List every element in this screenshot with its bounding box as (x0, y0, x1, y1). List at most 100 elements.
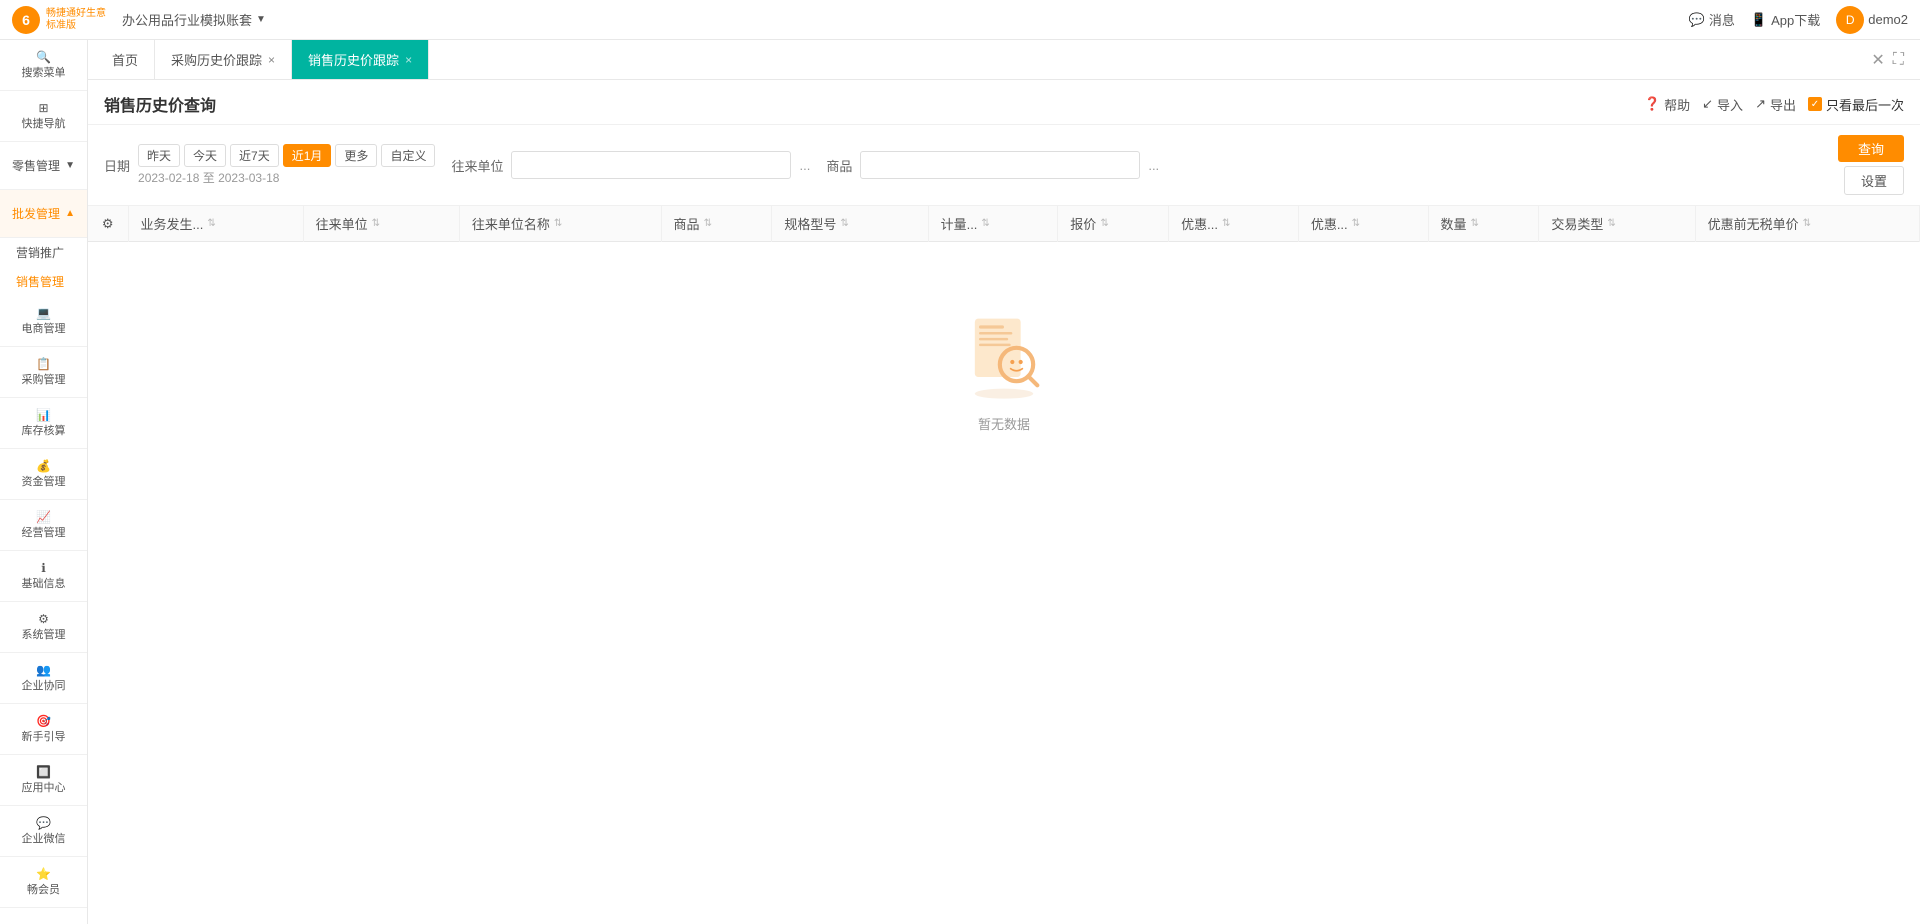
sidebar-label-retail: 零售管理 (12, 157, 60, 174)
th-unit[interactable]: 往来单位⇅ (303, 206, 459, 242)
sort-icon-2: ⇅ (372, 218, 380, 229)
th-discount2-label: 优惠... (1311, 214, 1348, 233)
sidebar-item-finance[interactable]: 💰 资金管理 (0, 449, 87, 500)
sidebar-item-ecom[interactable]: 💻 电商管理 (0, 296, 87, 347)
sidebar-item-wechat[interactable]: 💬 企业微信 (0, 806, 87, 857)
unit-input[interactable] (511, 151, 791, 179)
th-discount2[interactable]: 优惠... ⇅ (1298, 206, 1428, 242)
date-btn-1month[interactable]: 近1月 (283, 144, 332, 167)
close-tab-button[interactable]: ✕ (1871, 50, 1884, 70)
sidebar-item-sales[interactable]: 销售管理 (0, 267, 87, 296)
sort-icon-5: ⇅ (840, 218, 848, 229)
goods-input[interactable] (860, 151, 1140, 179)
help-button[interactable]: ❓ 帮助 (1644, 95, 1690, 114)
page-header: 销售历史价查询 ❓ 帮助 ↙ 导入 ↗ 导出 ✓ (88, 80, 1920, 125)
sidebar-item-purchase[interactable]: 📋 采购管理 (0, 347, 87, 398)
gear-icon[interactable]: ⚙ (102, 216, 114, 231)
sidebar-item-system[interactable]: ⚙ 系统管理 (0, 602, 87, 653)
guide-icon: 🎯 (36, 714, 51, 728)
sidebar-item-guide[interactable]: 🎯 新手引导 (0, 704, 87, 755)
logo-icon: 6 (12, 6, 40, 34)
app-download-label: App下载 (1771, 10, 1820, 29)
sort-icon-12: ⇅ (1803, 218, 1811, 229)
sidebar-item-search[interactable]: 🔍 搜索菜单 (0, 40, 87, 91)
content-area: 首页 采购历史价跟踪 × 销售历史价跟踪 × ✕ ⛶ 销售历史价查询 (88, 40, 1920, 924)
th-goods[interactable]: 商品⇅ (661, 206, 772, 242)
sidebar-label-guide: 新手引导 (22, 728, 66, 744)
logo-area: 6 畅捷通好生意 标准版 (12, 6, 106, 34)
sidebar-label-collab: 企业协同 (22, 677, 66, 693)
th-pretax-price[interactable]: 优惠前无税单价⇅ (1695, 206, 1919, 242)
sidebar-item-wholesale[interactable]: 批发管理 ▲ (0, 190, 87, 238)
chevron-down-icon: ▼ (256, 14, 266, 25)
help-icon: ❓ (1644, 96, 1660, 112)
tab-sales-close[interactable]: × (405, 53, 412, 67)
th-discount1[interactable]: 优惠...⇅ (1169, 206, 1299, 242)
export-button[interactable]: ↗ 导出 (1755, 95, 1796, 114)
date-btn-yesterday[interactable]: 昨天 (138, 144, 180, 167)
setting-button[interactable]: 设置 (1844, 166, 1904, 195)
sidebar: 🔍 搜索菜单 ⊞ 快捷导航 零售管理 ▼ 批发管理 ▲ 营销推广 销售管理 💻 … (0, 40, 88, 924)
sidebar-item-retail[interactable]: 零售管理 ▼ (0, 142, 87, 190)
page-title: 销售历史价查询 (104, 92, 216, 116)
message-button[interactable]: 💬 消息 (1689, 10, 1735, 29)
sidebar-item-appstore[interactable]: 🔲 应用中心 (0, 755, 87, 806)
sidebar-label-quicknav: 快捷导航 (22, 115, 66, 131)
sidebar-item-inventory[interactable]: 📊 库存核算 (0, 398, 87, 449)
home-label: 首页 (112, 50, 138, 69)
date-btn-more[interactable]: 更多 (335, 144, 377, 167)
sort-icon-9: ⇅ (1352, 218, 1360, 229)
tab-sales-label: 销售历史价跟踪 (308, 50, 399, 69)
th-qty[interactable]: 数量⇅ (1428, 206, 1539, 242)
import-button[interactable]: ↙ 导入 (1702, 95, 1743, 114)
tab-purchase-history[interactable]: 采购历史价跟踪 × (155, 40, 292, 79)
chevron-up-icon-wholesale: ▲ (65, 208, 75, 219)
tab-actions: ✕ ⛶ (1871, 50, 1912, 70)
tab-home[interactable]: 首页 (96, 40, 155, 79)
message-icon: 💬 (1689, 12, 1705, 28)
goods-dots[interactable]: ... (1148, 158, 1159, 173)
sort-icon-11: ⇅ (1607, 218, 1615, 229)
sidebar-item-quicknav[interactable]: ⊞ 快捷导航 (0, 91, 87, 142)
th-biz-date[interactable]: 业务发生...⇅ (128, 206, 303, 242)
sidebar-item-member[interactable]: ⭐ 畅会员 (0, 857, 87, 908)
date-btn-today[interactable]: 今天 (184, 144, 226, 167)
th-discount1-label: 优惠... (1181, 214, 1218, 233)
unit-filter-group: 往来单位 ... (451, 151, 810, 179)
th-unit-measure[interactable]: 计量...⇅ (928, 206, 1058, 242)
sort-icon-10: ⇅ (1471, 218, 1479, 229)
date-btn-custom[interactable]: 自定义 (381, 144, 435, 167)
sidebar-item-basic[interactable]: ℹ 基础信息 (0, 551, 87, 602)
query-button[interactable]: 查询 (1838, 135, 1904, 162)
unit-dots[interactable]: ... (799, 158, 810, 173)
sidebar-label-marketing: 营销推广 (16, 246, 64, 260)
sidebar-item-marketing[interactable]: 营销推广 (0, 238, 87, 267)
th-unit-name[interactable]: 往来单位名称⇅ (459, 206, 661, 242)
logo-text: 畅捷通好生意 标准版 (46, 8, 106, 32)
app-selector-label: 办公用品行业模拟账套 (122, 10, 252, 29)
th-quote[interactable]: 报价⇅ (1058, 206, 1169, 242)
tab-sales-history[interactable]: 销售历史价跟踪 × (292, 40, 429, 79)
app-selector[interactable]: 办公用品行业模拟账套 ▼ (114, 6, 274, 33)
user-area[interactable]: D demo2 (1836, 6, 1908, 34)
sidebar-item-collab[interactable]: 👥 企业协同 (0, 653, 87, 704)
sidebar-item-business[interactable]: 📈 经营管理 (0, 500, 87, 551)
th-spec[interactable]: 规格型号⇅ (772, 206, 928, 242)
download-icon: 📱 (1751, 12, 1767, 28)
ecom-icon: 💻 (36, 306, 51, 320)
filter-bar: 日期 昨天 今天 近7天 近1月 更多 自定义 2023-02-18 至 202… (88, 125, 1920, 206)
th-trade-type[interactable]: 交易类型⇅ (1539, 206, 1695, 242)
sidebar-label-ecom: 电商管理 (22, 320, 66, 336)
th-gear[interactable]: ⚙ (88, 206, 128, 242)
goods-filter-group: 商品 ... (826, 151, 1159, 179)
expand-button[interactable]: ⛶ (1893, 51, 1904, 69)
tab-purchase-close[interactable]: × (268, 53, 275, 67)
collab-icon: 👥 (36, 663, 51, 677)
sidebar-label-inventory: 库存核算 (22, 422, 66, 438)
only-last-checkbox-area[interactable]: ✓ 只看最后一次 (1808, 95, 1904, 114)
export-icon: ↗ (1755, 96, 1766, 112)
only-last-checkbox[interactable]: ✓ (1808, 97, 1822, 111)
date-btn-7days[interactable]: 近7天 (230, 144, 279, 167)
app-download-button[interactable]: 📱 App下载 (1751, 10, 1820, 29)
only-last-label: 只看最后一次 (1826, 95, 1904, 114)
